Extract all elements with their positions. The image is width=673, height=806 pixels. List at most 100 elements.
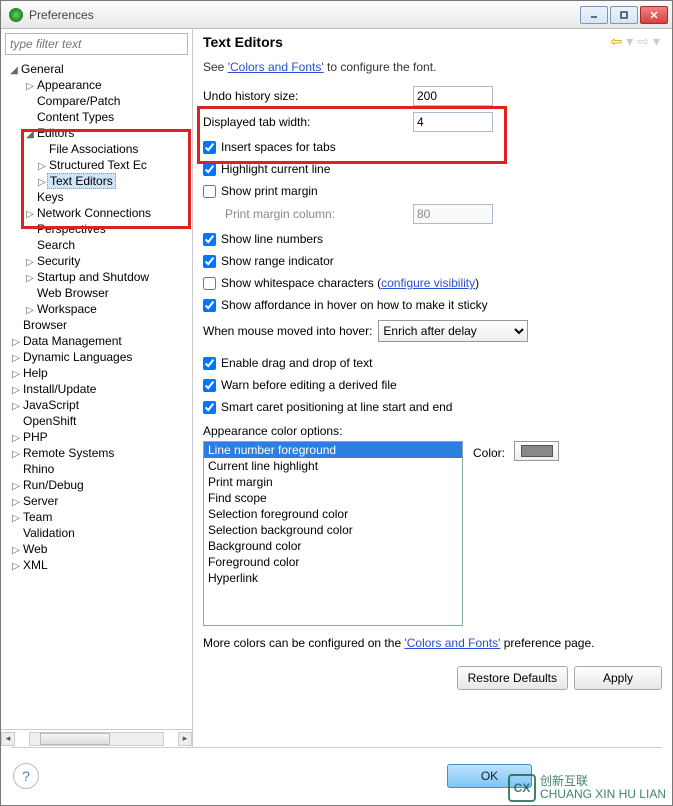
- tree-data-mgmt[interactable]: ▷Data Management: [5, 333, 192, 349]
- warn-derived-checkbox[interactable]: [203, 379, 216, 392]
- tree-perspectives[interactable]: Perspectives: [5, 221, 192, 237]
- expand-icon: ▷: [11, 369, 21, 380]
- expand-icon: ▷: [11, 497, 21, 508]
- print-margin-label: Show print margin: [221, 184, 318, 198]
- tab-width-input[interactable]: [413, 112, 493, 132]
- smart-caret-checkbox[interactable]: [203, 401, 216, 414]
- tree-validation[interactable]: Validation: [5, 525, 192, 541]
- list-item[interactable]: Foreground color: [204, 554, 462, 570]
- tree-text-editors[interactable]: ▷Text Editors: [5, 173, 192, 189]
- range-indicator-checkbox[interactable]: [203, 255, 216, 268]
- expand-icon: ▷: [25, 209, 35, 220]
- color-options-label: Appearance color options:: [203, 424, 662, 438]
- scroll-left-icon[interactable]: ◂: [1, 732, 15, 746]
- back-dropdown-icon[interactable]: ▾: [624, 33, 635, 50]
- affordance-label: Show affordance in hover on how to make …: [221, 298, 488, 312]
- insert-spaces-checkbox[interactable]: [203, 141, 216, 154]
- scroll-thumb[interactable]: [40, 733, 110, 745]
- tree-openshift[interactable]: OpenShift: [5, 413, 192, 429]
- undo-history-label: Undo history size:: [203, 89, 413, 103]
- dnd-label: Enable drag and drop of text: [221, 356, 372, 370]
- colors-fonts-link[interactable]: 'Colors and Fonts': [228, 60, 324, 74]
- list-item[interactable]: Find scope: [204, 490, 462, 506]
- list-item[interactable]: Hyperlink: [204, 570, 462, 586]
- tree-javascript[interactable]: ▷JavaScript: [5, 397, 192, 413]
- tree-content-types[interactable]: Content Types: [5, 109, 192, 125]
- color-swatch: [521, 445, 553, 457]
- expand-icon: ▷: [11, 433, 21, 444]
- whitespace-checkbox[interactable]: [203, 277, 216, 290]
- tree-security[interactable]: ▷Security: [5, 253, 192, 269]
- tree-help[interactable]: ▷Help: [5, 365, 192, 381]
- back-icon[interactable]: ⇦: [608, 33, 624, 50]
- list-item[interactable]: Print margin: [204, 474, 462, 490]
- tree-appearance[interactable]: ▷Appearance: [5, 77, 192, 93]
- minimize-button[interactable]: [580, 6, 608, 24]
- hover-select[interactable]: Enrich after delay: [378, 320, 528, 342]
- expand-icon: ▷: [11, 385, 21, 396]
- tree-compare[interactable]: Compare/Patch: [5, 93, 192, 109]
- list-item[interactable]: Current line highlight: [204, 458, 462, 474]
- color-options-list[interactable]: Line number foreground Current line high…: [203, 441, 463, 626]
- tree-php[interactable]: ▷PHP: [5, 429, 192, 445]
- tree-web-browser[interactable]: Web Browser: [5, 285, 192, 301]
- forward-icon[interactable]: ⇨: [635, 33, 651, 50]
- tree-remote[interactable]: ▷Remote Systems: [5, 445, 192, 461]
- color-picker-button[interactable]: [514, 441, 559, 461]
- horizontal-scrollbar[interactable]: ◂ ▸: [1, 729, 192, 747]
- watermark: CX 创新互联CHUANG XIN HU LIAN: [508, 774, 666, 802]
- tree-network[interactable]: ▷Network Connections: [5, 205, 192, 221]
- tree-rundebug[interactable]: ▷Run/Debug: [5, 477, 192, 493]
- dnd-checkbox[interactable]: [203, 357, 216, 370]
- tree-structured-text[interactable]: ▷Structured Text Ec: [5, 157, 192, 173]
- tree-team[interactable]: ▷Team: [5, 509, 192, 525]
- filter-input[interactable]: [5, 33, 188, 55]
- close-button[interactable]: [640, 6, 668, 24]
- expand-icon: ▷: [11, 481, 21, 492]
- list-item[interactable]: Selection foreground color: [204, 506, 462, 522]
- preference-tree[interactable]: ◢General ▷Appearance Compare/Patch Conte…: [1, 59, 192, 729]
- highlight-line-checkbox[interactable]: [203, 163, 216, 176]
- maximize-button[interactable]: [610, 6, 638, 24]
- tree-editors[interactable]: ◢Editors: [5, 125, 192, 141]
- tree-general[interactable]: ◢General: [5, 61, 192, 77]
- expand-icon: ▷: [11, 545, 21, 556]
- list-item[interactable]: Background color: [204, 538, 462, 554]
- tree-workspace[interactable]: ▷Workspace: [5, 301, 192, 317]
- tree-web[interactable]: ▷Web: [5, 541, 192, 557]
- print-margin-checkbox[interactable]: [203, 185, 216, 198]
- tree-keys[interactable]: Keys: [5, 189, 192, 205]
- tree-dynamic-lang[interactable]: ▷Dynamic Languages: [5, 349, 192, 365]
- list-item[interactable]: Selection background color: [204, 522, 462, 538]
- tree-file-associations[interactable]: File Associations: [5, 141, 192, 157]
- smart-caret-label: Smart caret positioning at line start an…: [221, 400, 452, 414]
- forward-dropdown-icon[interactable]: ▾: [651, 33, 662, 50]
- color-label: Color:: [473, 446, 505, 460]
- tree-xml[interactable]: ▷XML: [5, 557, 192, 573]
- whitespace-label: Show whitespace characters: [221, 276, 374, 290]
- expand-icon: ▷: [37, 177, 47, 188]
- tree-search[interactable]: Search: [5, 237, 192, 253]
- apply-button[interactable]: Apply: [574, 666, 662, 690]
- affordance-checkbox[interactable]: [203, 299, 216, 312]
- list-item[interactable]: Line number foreground: [204, 442, 462, 458]
- line-numbers-checkbox[interactable]: [203, 233, 216, 246]
- restore-defaults-button[interactable]: Restore Defaults: [457, 666, 568, 690]
- tree-startup[interactable]: ▷Startup and Shutdow: [5, 269, 192, 285]
- undo-history-input[interactable]: [413, 86, 493, 106]
- tree-server[interactable]: ▷Server: [5, 493, 192, 509]
- tree-install[interactable]: ▷Install/Update: [5, 381, 192, 397]
- sidebar: ◢General ▷Appearance Compare/Patch Conte…: [1, 29, 193, 747]
- collapse-icon: ◢: [9, 65, 19, 76]
- colors-fonts-link-2[interactable]: 'Colors and Fonts': [404, 636, 500, 650]
- help-button[interactable]: ?: [13, 763, 39, 789]
- tree-rhino[interactable]: Rhino: [5, 461, 192, 477]
- scroll-right-icon[interactable]: ▸: [178, 732, 192, 746]
- hover-label: When mouse moved into hover:: [203, 324, 372, 338]
- title-bar: Preferences: [1, 1, 672, 29]
- tree-browser[interactable]: Browser: [5, 317, 192, 333]
- collapse-icon: ◢: [25, 129, 35, 140]
- configure-visibility-link[interactable]: configure visibility: [381, 276, 475, 290]
- more-colors-text: More colors can be configured on the 'Co…: [203, 636, 662, 650]
- print-margin-col-label: Print margin column:: [225, 207, 413, 221]
